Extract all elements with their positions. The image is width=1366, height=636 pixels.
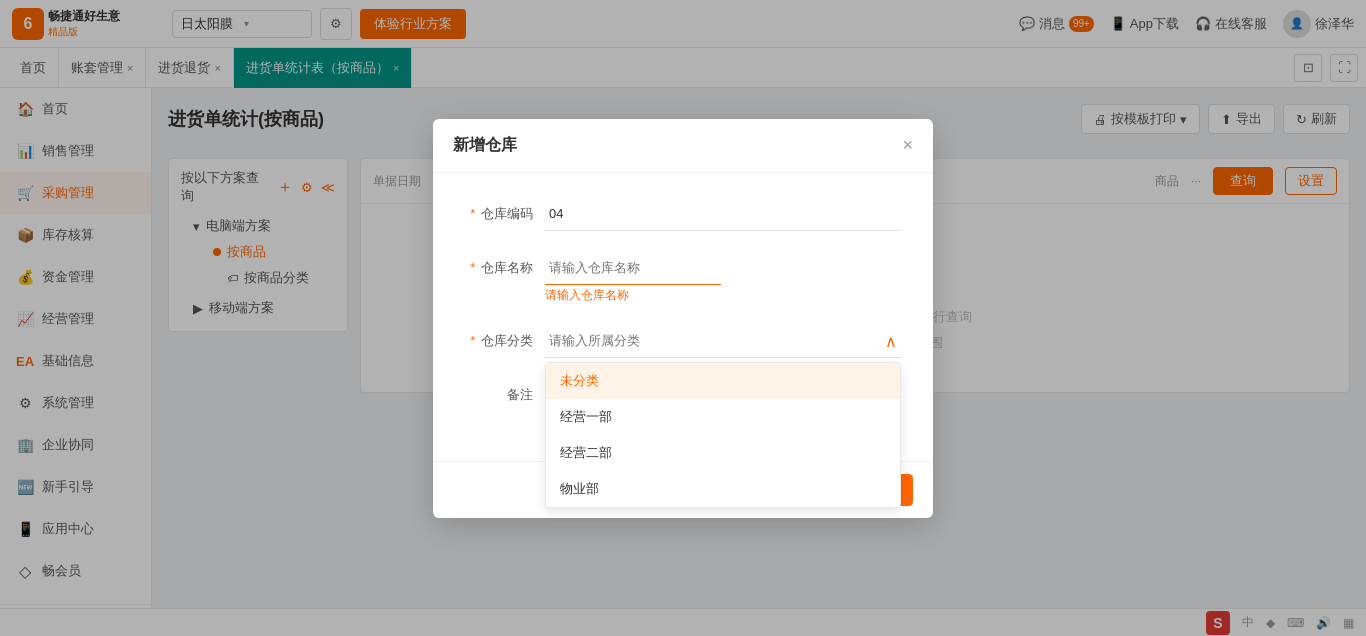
dialog-header: 新增仓库 × (433, 119, 933, 173)
dropdown-item-unclassified[interactable]: 未分类 (546, 363, 900, 399)
add-warehouse-dialog: 新增仓库 × * 仓库编码 * 仓库名称 (433, 119, 933, 518)
form-row-code: * 仓库编码 (465, 197, 901, 231)
note-label: 备注 (465, 378, 545, 404)
category-input[interactable] (545, 324, 901, 358)
modal-overlay: 新增仓库 × * 仓库编码 * 仓库名称 (0, 0, 1366, 636)
category-input-wrapper: ∧ 未分类 经营一部 经营二部 物业部 (545, 324, 901, 358)
dialog-close-button[interactable]: × (902, 135, 913, 156)
warehouse-name-input[interactable] (545, 251, 721, 285)
name-label: * 仓库名称 (465, 251, 545, 285)
category-dropdown: 未分类 经营一部 经营二部 物业部 (545, 362, 901, 508)
name-error-message: 请输入仓库名称 (545, 287, 629, 304)
dialog-body: * 仓库编码 * 仓库名称 请输入仓库名称 (433, 173, 933, 461)
code-label: * 仓库编码 (465, 197, 545, 223)
form-row-name: * 仓库名称 请输入仓库名称 (465, 251, 901, 304)
warehouse-code-input[interactable] (545, 197, 901, 231)
dropdown-item-ops1[interactable]: 经营一部 (546, 399, 900, 435)
dropdown-item-property[interactable]: 物业部 (546, 471, 900, 507)
chevron-up-icon[interactable]: ∧ (885, 331, 897, 350)
category-label: * 仓库分类 (465, 324, 545, 350)
dropdown-item-ops2[interactable]: 经营二部 (546, 435, 900, 471)
form-row-category: * 仓库分类 ∧ 未分类 经营一部 经营二部 物业部 (465, 324, 901, 358)
dialog-title: 新增仓库 (453, 135, 517, 156)
